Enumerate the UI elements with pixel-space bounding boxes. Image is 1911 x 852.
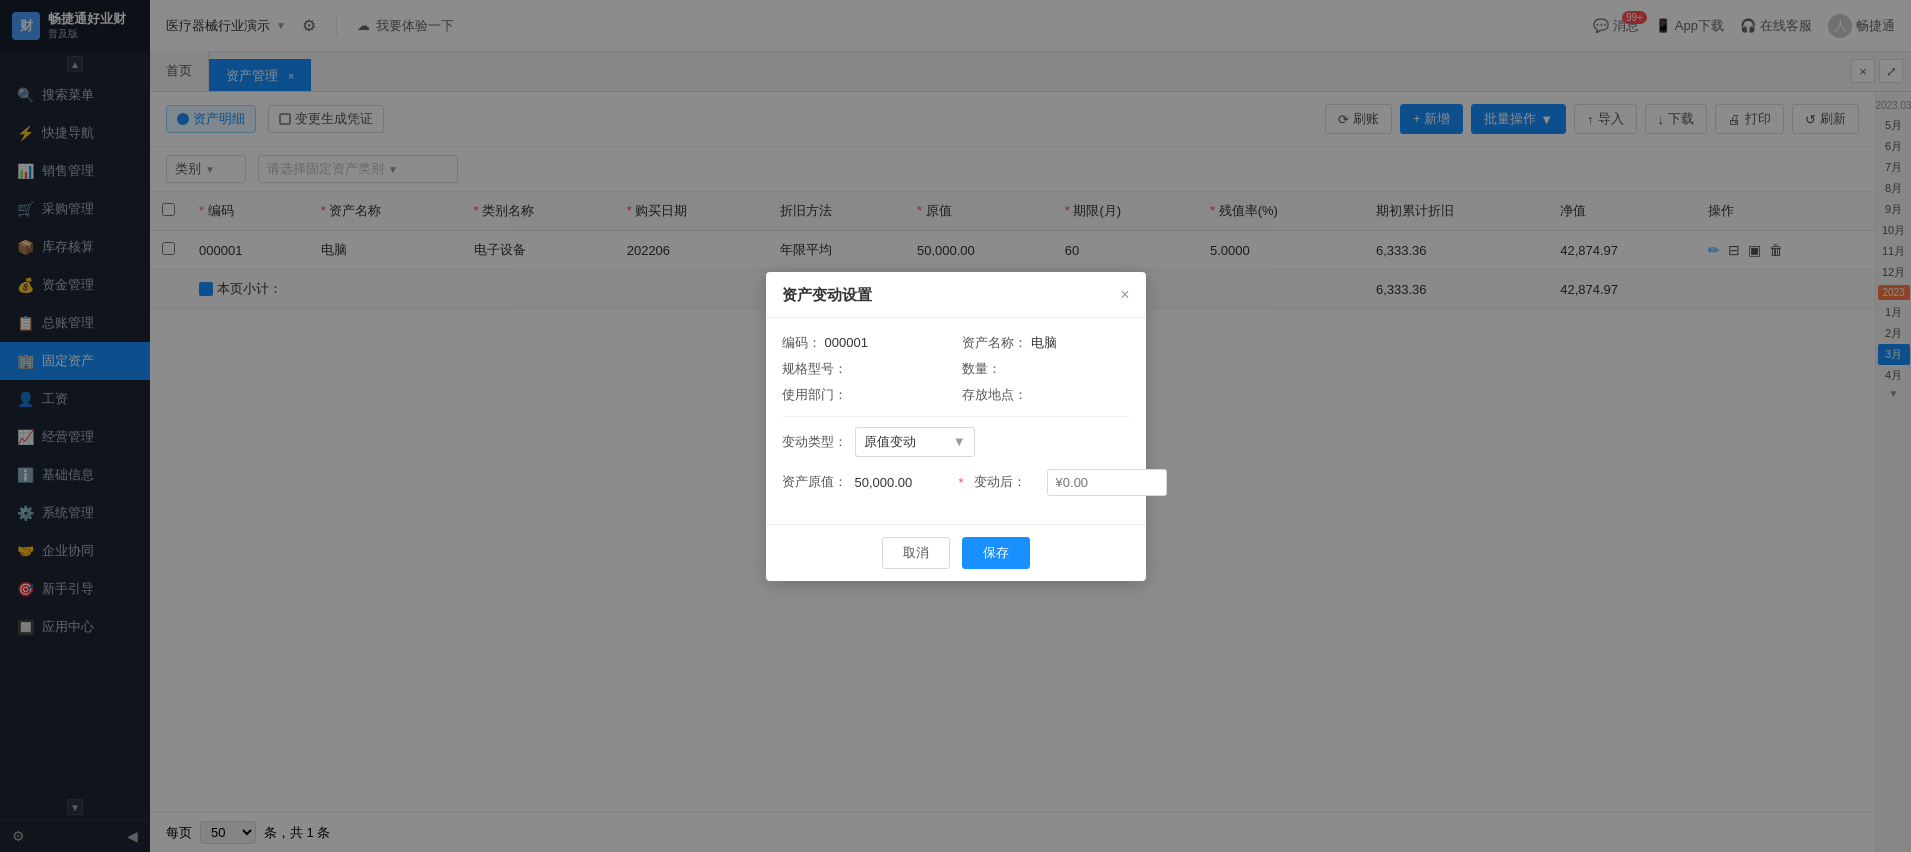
modal-info-grid: 编码： 000001 资产名称： 电脑 规格型号： 数量： 使用部门： bbox=[782, 334, 1130, 404]
change-type-select[interactable]: 原值变动 ▼ bbox=[855, 427, 975, 457]
modal-code-row: 编码： 000001 bbox=[782, 334, 950, 352]
modal-quantity-row: 数量： bbox=[962, 360, 1130, 378]
change-type-arrow-icon: ▼ bbox=[953, 434, 966, 449]
original-value-display: 50,000.00 bbox=[855, 475, 935, 490]
modal-title: 资产变动设置 bbox=[782, 286, 872, 305]
code-value: 000001 bbox=[825, 335, 868, 350]
cancel-button[interactable]: 取消 bbox=[882, 537, 950, 569]
asset-name-label: 资产名称： bbox=[962, 334, 1027, 352]
modal-location-row: 存放地点： bbox=[962, 386, 1130, 404]
asset-change-modal: 资产变动设置 × 编码： 000001 资产名称： 电脑 规格型号： 数量： bbox=[766, 272, 1146, 581]
modal-close-btn[interactable]: × bbox=[1120, 286, 1129, 304]
code-label: 编码： bbox=[782, 334, 821, 352]
modal-overlay: 资产变动设置 × 编码： 000001 资产名称： 电脑 规格型号： 数量： bbox=[0, 0, 1911, 852]
modal-divider bbox=[782, 416, 1130, 417]
modal-spec-row: 规格型号： bbox=[782, 360, 950, 378]
quantity-label: 数量： bbox=[962, 360, 1001, 378]
modal-body: 编码： 000001 资产名称： 电脑 规格型号： 数量： 使用部门： bbox=[766, 318, 1146, 524]
save-button[interactable]: 保存 bbox=[962, 537, 1030, 569]
modal-header: 资产变动设置 × bbox=[766, 272, 1146, 318]
change-type-value: 原值变动 bbox=[864, 433, 916, 451]
spec-label: 规格型号： bbox=[782, 360, 847, 378]
modal-footer: 取消 保存 bbox=[766, 524, 1146, 581]
modal-name-row: 资产名称： 电脑 bbox=[962, 334, 1130, 352]
change-type-label: 变动类型： bbox=[782, 433, 847, 451]
original-value-row: 资产原值： 50,000.00 * 变动后： bbox=[782, 469, 1130, 496]
after-value-input[interactable] bbox=[1047, 469, 1167, 496]
after-label: 变动后： bbox=[974, 473, 1039, 491]
required-star: * bbox=[959, 475, 964, 490]
change-type-row: 变动类型： 原值变动 ▼ bbox=[782, 427, 1130, 457]
location-label: 存放地点： bbox=[962, 386, 1027, 404]
dept-label: 使用部门： bbox=[782, 386, 847, 404]
asset-name-value: 电脑 bbox=[1031, 334, 1057, 352]
modal-dept-row: 使用部门： bbox=[782, 386, 950, 404]
original-value-label: 资产原值： bbox=[782, 473, 847, 491]
